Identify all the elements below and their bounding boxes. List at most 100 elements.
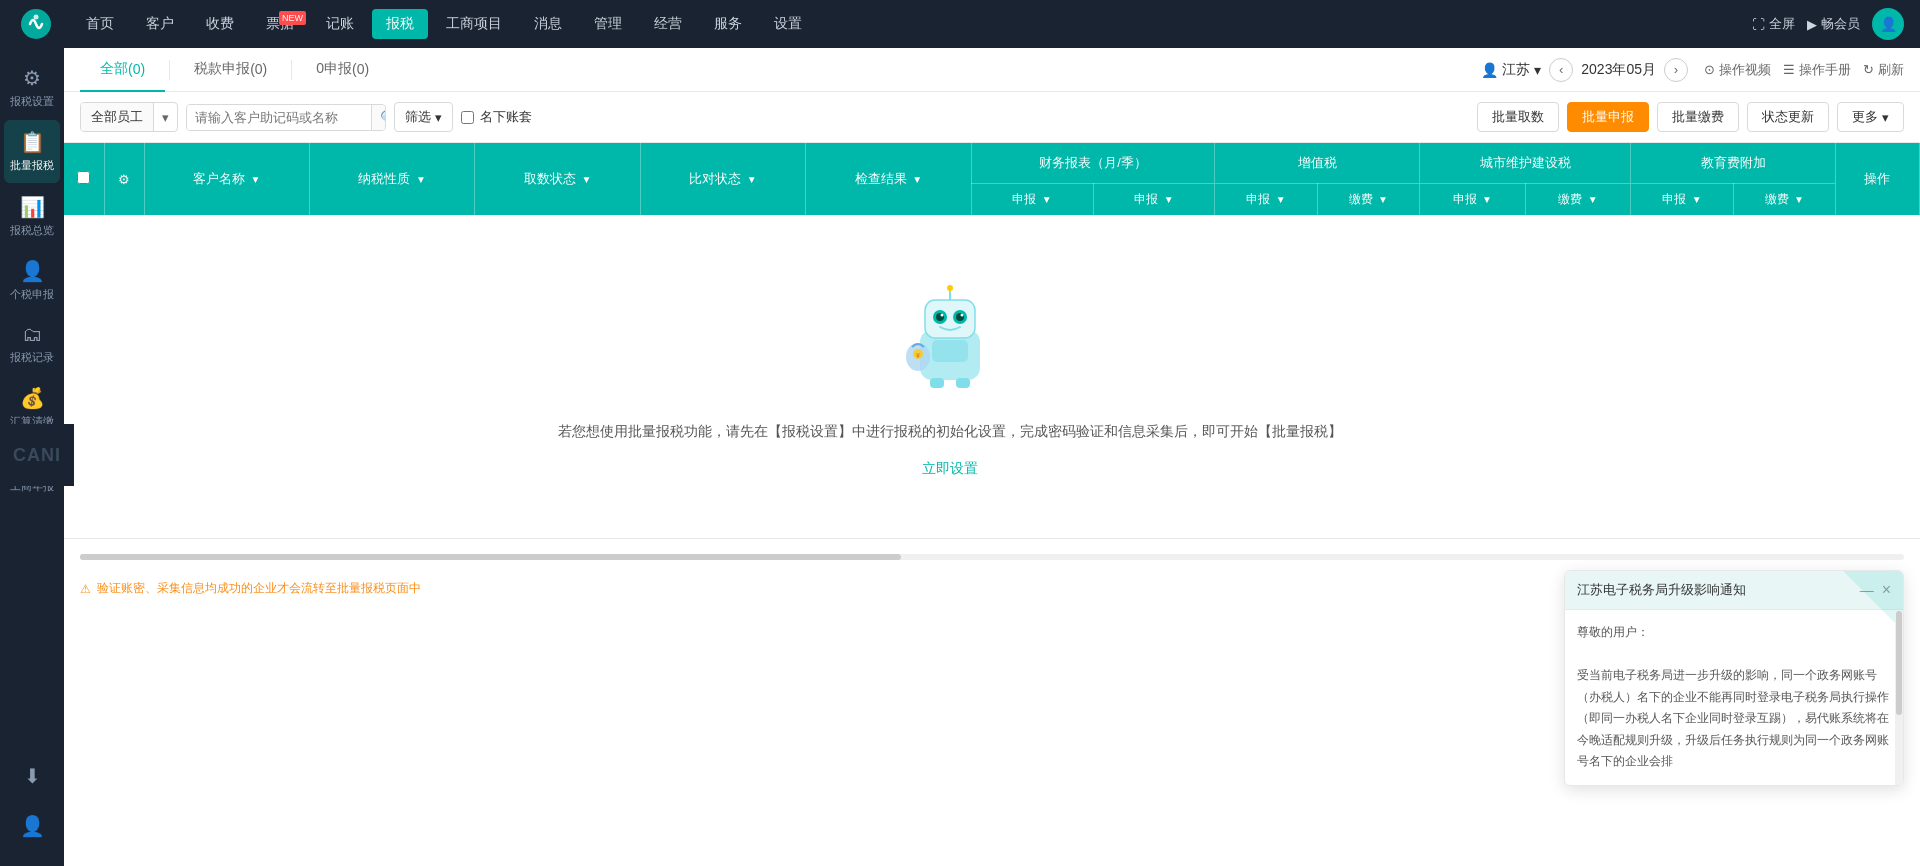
sidebar-item-tax-settings[interactable]: ⚙ 报税设置 (4, 56, 60, 118)
subaccount-checkbox-label[interactable]: 名下账套 (461, 108, 532, 126)
new-badge: NEW (279, 11, 306, 25)
setup-link[interactable]: 立即设置 (922, 460, 978, 478)
status-update-button[interactable]: 状态更新 (1747, 102, 1829, 132)
sidebar-item-tax-overview[interactable]: 📊 报税总览 (4, 185, 60, 247)
nav-business[interactable]: 工商项目 (432, 9, 516, 39)
subaccount-checkbox[interactable] (461, 111, 474, 124)
date-navigation: 👤 江苏 ▾ ‹ 2023年05月 › (1481, 58, 1688, 82)
notif-corner-decoration (1843, 571, 1903, 631)
batch-get-button[interactable]: 批量取数 (1477, 102, 1559, 132)
tab-divider-1 (169, 60, 170, 80)
tax-overview-icon: 📊 (20, 195, 45, 219)
nav-bookkeeping[interactable]: 记账 (312, 9, 368, 39)
tab-divider-2 (291, 60, 292, 80)
app-logo[interactable] (16, 6, 56, 42)
th-edu-pay: 缴费 ▼ (1733, 183, 1835, 215)
next-month-button[interactable]: › (1664, 58, 1688, 82)
notif-scrollbar[interactable] (1895, 611, 1903, 785)
sidebar-profile[interactable]: 👤 (4, 804, 60, 852)
nav-operation[interactable]: 经营 (640, 9, 696, 39)
th-operation: 操作 (1835, 143, 1919, 215)
vip-label: 畅会员 (1821, 15, 1860, 33)
batch-tax-icon: 📋 (20, 130, 45, 154)
notification-content: 受当前电子税务局进一步升级的影响，同一个政务网账号（办税人）名下的企业不能再同时… (1577, 668, 1889, 768)
notif-scrollbar-thumb (1896, 611, 1902, 715)
more-label: 更多 (1852, 108, 1878, 126)
notification-panel: 江苏电子税务局升级影响通知 — × 尊敬的用户： 受当前电子税务局进一步升级的影… (1564, 570, 1904, 786)
empty-row: ¥ 若您想使用批量报税功能，请先在【报税设置】中进行报税的初始化设置，完成密码验… (64, 215, 1920, 538)
filter-label: 筛选 (405, 108, 431, 126)
person-icon: 👤 (1481, 62, 1498, 78)
nav-tax[interactable]: 报税 (372, 9, 428, 39)
employee-select-group[interactable]: 全部员工 ▾ (80, 102, 178, 132)
subaccount-label: 名下账套 (480, 108, 532, 126)
refresh-label: 刷新 (1878, 61, 1904, 79)
svg-rect-12 (932, 340, 968, 362)
nav-invoice[interactable]: 票据 NEW (252, 9, 308, 39)
sidebar-label-tax-overview: 报税总览 (10, 223, 54, 237)
th-financial-declare: 申报 ▼ (971, 183, 1093, 215)
svg-rect-17 (956, 378, 970, 388)
refresh-button[interactable]: ↻ 刷新 (1863, 61, 1904, 79)
operation-manual-link[interactable]: ☰ 操作手册 (1783, 61, 1851, 79)
user-avatar[interactable]: 👤 (1872, 8, 1904, 40)
tab-all-label: 全部 (100, 60, 128, 78)
nav-message[interactable]: 消息 (520, 9, 576, 39)
video-icon: ⊙ (1704, 62, 1715, 77)
current-date: 2023年05月 (1581, 61, 1656, 79)
svg-point-9 (960, 314, 963, 317)
nav-manage[interactable]: 管理 (580, 9, 636, 39)
nav-items: 首页 客户 收费 票据 NEW 记账 报税 工商项目 消息 管理 经营 服务 设… (72, 9, 1752, 39)
sidebar-label-personal-tax: 个税申报 (10, 287, 54, 301)
province-selector[interactable]: 👤 江苏 ▾ (1481, 61, 1541, 79)
fullscreen-button[interactable]: ⛶ 全屏 (1752, 15, 1795, 33)
th-education-fee: 教育费附加 (1631, 143, 1836, 183)
more-chevron-icon: ▾ (1882, 110, 1889, 125)
chevron-down-icon: ▾ (1534, 62, 1541, 78)
sidebar-bottom: ⬇ 👤 (4, 754, 60, 866)
more-button[interactable]: 更多 ▾ (1837, 102, 1904, 132)
tab-tax-declare[interactable]: 税款申报(0) (174, 48, 287, 92)
horizontal-scrollbar[interactable] (80, 554, 1904, 560)
search-input[interactable] (187, 105, 371, 130)
operation-manual-label: 操作手册 (1799, 61, 1851, 79)
sidebar-label-tax-settings: 报税设置 (10, 94, 54, 108)
personal-tax-icon: 👤 (20, 259, 45, 283)
svg-rect-16 (930, 378, 944, 388)
tab-zero-declare[interactable]: 0申报(0) (296, 48, 389, 92)
th-city-pay: 缴费 ▼ (1525, 183, 1631, 215)
batch-pay-button[interactable]: 批量缴费 (1657, 102, 1739, 132)
notification-body: 尊敬的用户： 受当前电子税务局进一步升级的影响，同一个政务网账号（办税人）名下的… (1565, 610, 1903, 785)
tax-records-icon: 🗂 (22, 323, 42, 346)
nav-right: ⛶ 全屏 ▶ 畅会员 👤 (1752, 8, 1904, 40)
table-header-main: ⚙ 客户名称 ▼ 纳税性质 ▼ 取数状态 ▼ 比对状态 ▼ 检查结果 ▼ 财务报… (64, 143, 1920, 183)
filter-button[interactable]: 筛选 ▾ (394, 102, 453, 132)
batch-declare-button[interactable]: 批量申报 (1567, 102, 1649, 132)
nav-home[interactable]: 首页 (72, 9, 128, 39)
nav-service[interactable]: 服务 (700, 9, 756, 39)
prev-month-button[interactable]: ‹ (1549, 58, 1573, 82)
vip-button[interactable]: ▶ 畅会员 (1807, 15, 1860, 33)
tab-all-count: 0 (133, 61, 141, 77)
warning-text: 验证账密、采集信息均成功的企业才会流转至批量报税页面中 (97, 580, 421, 597)
sidebar-item-tax-records[interactable]: 🗂 报税记录 (4, 313, 60, 374)
sidebar-item-batch-tax[interactable]: 📋 批量报税 (4, 120, 60, 182)
nav-customer[interactable]: 客户 (132, 9, 188, 39)
select-all-checkbox[interactable] (77, 171, 90, 184)
sidebar-download[interactable]: ⬇ (4, 754, 60, 802)
sidebar-item-personal-tax[interactable]: 👤 个税申报 (4, 249, 60, 311)
tab-tax-declare-count: 0 (255, 61, 263, 77)
th-get-status: 取数状态 ▼ (475, 143, 640, 215)
th-vat-pay: 缴费 ▼ (1317, 183, 1419, 215)
nav-settings[interactable]: 设置 (760, 9, 816, 39)
svg-rect-3 (925, 300, 975, 338)
tab-all[interactable]: 全部(0) (80, 48, 165, 92)
scrollbar-thumb (80, 554, 901, 560)
search-button[interactable]: 🔍 (371, 105, 386, 130)
operation-video-link[interactable]: ⊙ 操作视频 (1704, 61, 1771, 79)
province-label: 江苏 (1502, 61, 1530, 79)
employee-dropdown-arrow[interactable]: ▾ (154, 105, 177, 130)
th-edu-declare: 申报 ▼ (1631, 183, 1733, 215)
nav-fee[interactable]: 收费 (192, 9, 248, 39)
warning-icon: ⚠ (80, 582, 91, 596)
